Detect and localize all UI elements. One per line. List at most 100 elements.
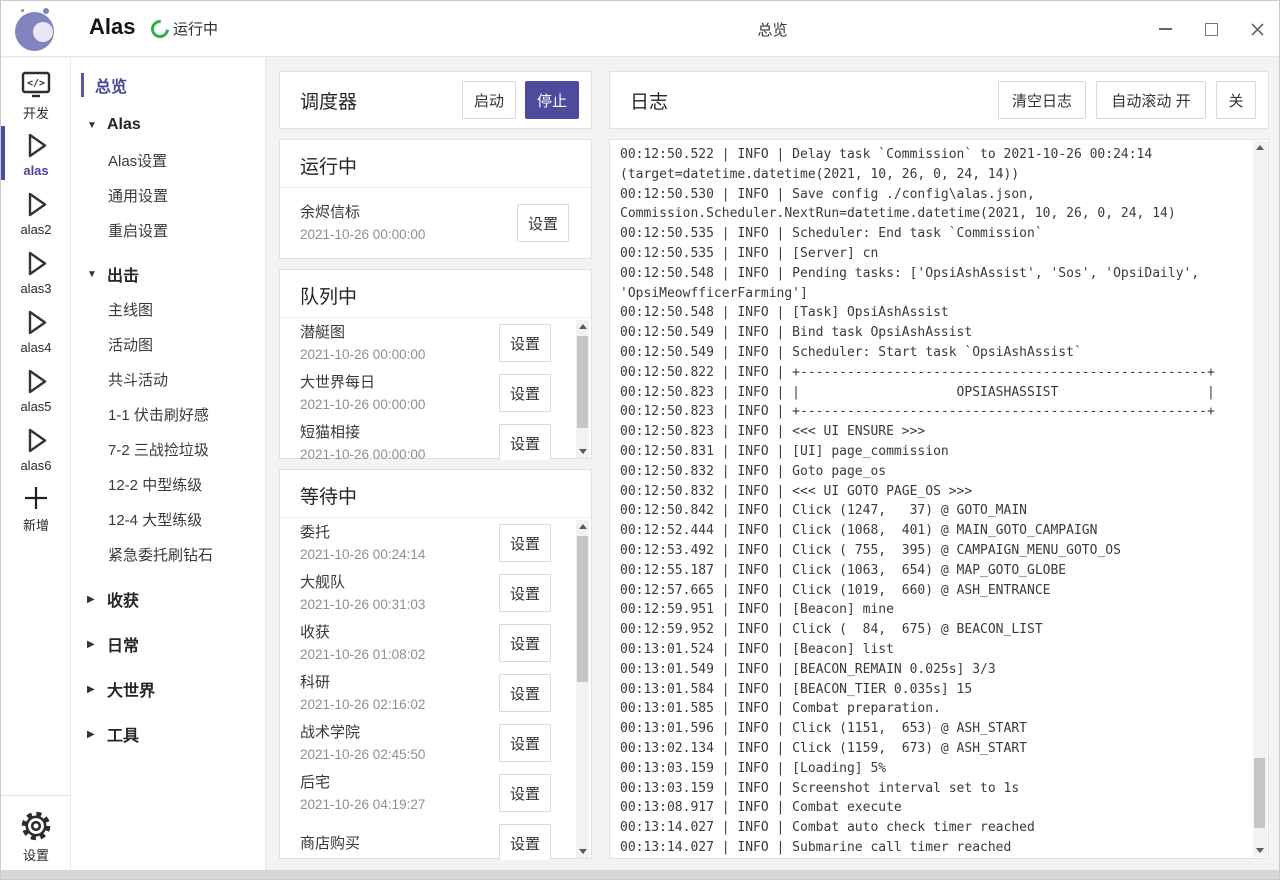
task-row: 短猫相接 2021-10-26 00:00:00 设置 — [280, 418, 591, 460]
task-info: 余烬信标 2021-10-26 00:00:00 — [300, 201, 517, 245]
task-settings-button[interactable]: 设置 — [499, 774, 551, 812]
task-row: 科研 2021-10-26 02:16:02 设置 — [280, 668, 591, 718]
nav-item[interactable]: 通用设置 — [71, 178, 265, 213]
scroll-up-icon[interactable] — [576, 520, 589, 533]
rail-item-instance[interactable]: alas4 — [1, 301, 71, 360]
alas-logo-icon — [13, 7, 57, 51]
clear-log-button[interactable]: 清空日志 — [998, 81, 1086, 119]
log-line: 00:12:50.831 | INFO | [UI] page_commissi… — [620, 442, 1254, 462]
task-settings-button[interactable]: 设置 — [499, 324, 551, 362]
task-row: 潜艇图 2021-10-26 00:00:00 设置 — [280, 318, 591, 368]
rail-item-dev[interactable]: </> 开发 — [1, 65, 71, 124]
nav-group-label: 工具 — [107, 722, 139, 746]
play-icon — [20, 188, 52, 221]
queue-title: 队列中 — [300, 282, 571, 309]
close-button[interactable] — [1249, 21, 1265, 37]
scroll-up-icon[interactable] — [576, 320, 589, 333]
rail-item-instance[interactable]: alas2 — [1, 183, 71, 242]
nav-group-sortie[interactable]: ▼ 出击 — [71, 256, 265, 292]
task-info: 科研 2021-10-26 02:16:02 — [300, 671, 499, 715]
task-settings-button[interactable]: 设置 — [499, 824, 551, 860]
rail-item-instance[interactable]: alas5 — [1, 360, 71, 419]
task-time: 2021-10-26 00:00:00 — [300, 394, 499, 415]
scheduler-column: 调度器 启动 停止 运行中 余烬信标 2021-10-26 00:00:00 设… — [266, 58, 608, 870]
autoscroll-off-button[interactable]: 关 — [1216, 81, 1256, 119]
scroll-down-icon[interactable] — [576, 845, 589, 858]
running-task-list: 余烬信标 2021-10-26 00:00:00 设置 — [280, 188, 591, 260]
log-line: 00:12:50.535 | INFO | [Server] cn — [620, 244, 1254, 264]
minimize-icon — [1159, 28, 1172, 30]
log-line: 00:12:57.665 | INFO | Click (1019, 660) … — [620, 581, 1254, 601]
queue-scrollbar[interactable] — [576, 320, 589, 458]
rail-divider — [1, 795, 70, 796]
nav-group-collapsed[interactable]: ▶ 工具 — [71, 716, 265, 752]
scroll-thumb[interactable] — [1254, 758, 1265, 828]
rail-item-alas-active[interactable]: alas — [1, 124, 71, 183]
task-settings-button[interactable]: 设置 — [499, 524, 551, 562]
autoscroll-on-button[interactable]: 自动滚动 开 — [1096, 81, 1206, 119]
play-icon — [20, 365, 52, 398]
scroll-down-icon[interactable] — [576, 445, 589, 458]
nav-item[interactable]: 重启设置 — [71, 213, 265, 248]
nav-group-collapsed[interactable]: ▶ 大世界 — [71, 671, 265, 707]
nav-item[interactable]: 12-4 大型练级 — [71, 502, 265, 537]
task-name: 后宅 — [300, 771, 499, 794]
nav-item[interactable]: 活动图 — [71, 327, 265, 362]
maximize-button[interactable] — [1203, 21, 1219, 37]
task-name: 委托 — [300, 521, 499, 544]
nav-item[interactable]: 紧急委托刷钻石 — [71, 537, 265, 572]
rail-item-instance[interactable]: alas6 — [1, 419, 71, 478]
nav-group-label: 大世界 — [107, 677, 155, 701]
minimize-button[interactable] — [1157, 21, 1173, 37]
task-settings-button[interactable]: 设置 — [517, 204, 569, 242]
scroll-down-icon[interactable] — [1253, 844, 1266, 857]
log-line: 00:12:50.822 | INFO | +-----------------… — [620, 363, 1254, 383]
task-settings-button[interactable]: 设置 — [499, 624, 551, 662]
waiting-scrollbar[interactable] — [576, 520, 589, 858]
rail-item-add[interactable]: 新增 — [1, 478, 71, 537]
nav-item[interactable]: 1-1 伏击刷好感 — [71, 397, 265, 432]
nav-group-collapsed[interactable]: ▶ 日常 — [71, 626, 265, 662]
log-line: 00:13:02.134 | INFO | Click (1159, 673) … — [620, 739, 1254, 759]
rail-item-settings[interactable]: 设置 — [1, 805, 71, 864]
task-info: 委托 2021-10-26 00:24:14 — [300, 521, 499, 565]
task-settings-button[interactable]: 设置 — [499, 674, 551, 712]
running-spinner-icon — [147, 16, 172, 41]
scroll-thumb[interactable] — [577, 536, 588, 682]
nav-item-overview-active[interactable]: 总览 — [71, 71, 265, 99]
scroll-thumb[interactable] — [577, 336, 588, 428]
task-row: 商店购买 设置 — [280, 818, 591, 860]
log-line: 00:12:53.492 | INFO | Click ( 755, 395) … — [620, 541, 1254, 561]
instance-rail: </> 开发 alas alas2 — [1, 58, 71, 870]
task-settings-button[interactable]: 设置 — [499, 574, 551, 612]
task-settings-button[interactable]: 设置 — [499, 724, 551, 762]
log-line: 00:13:14.027 | INFO | Submarine call tim… — [620, 838, 1254, 858]
nav-group-collapsed[interactable]: ▶ 收获 — [71, 581, 265, 617]
nav-group-label: 收获 — [107, 587, 139, 611]
task-row: 大世界每日 2021-10-26 00:00:00 设置 — [280, 368, 591, 418]
log-scrollbar[interactable] — [1253, 141, 1267, 857]
rail-item-instance[interactable]: alas3 — [1, 242, 71, 301]
log-line: 00:12:50.823 | INFO | +-----------------… — [620, 402, 1254, 422]
nav-group-alas[interactable]: ▼ Alas — [71, 107, 265, 143]
plus-icon — [21, 483, 51, 514]
nav-item[interactable]: 12-2 中型练级 — [71, 467, 265, 502]
nav-group-label: 日常 — [107, 632, 139, 656]
task-row: 大舰队 2021-10-26 00:31:03 设置 — [280, 568, 591, 618]
log-line: 00:12:50.522 | INFO | Delay task `Commis… — [620, 145, 1254, 185]
task-settings-button[interactable]: 设置 — [499, 374, 551, 412]
play-icon — [20, 306, 52, 339]
nav-item[interactable]: 7-2 三战捡垃圾 — [71, 432, 265, 467]
log-line: 00:12:50.842 | INFO | Click (1247, 37) @… — [620, 501, 1254, 521]
start-button[interactable]: 启动 — [462, 81, 516, 119]
task-name: 大世界每日 — [300, 371, 499, 394]
svg-text:</>: </> — [27, 78, 45, 89]
nav-item[interactable]: 共斗活动 — [71, 362, 265, 397]
maximize-icon — [1205, 23, 1218, 36]
scroll-up-icon[interactable] — [1253, 141, 1266, 154]
nav-item[interactable]: 主线图 — [71, 292, 265, 327]
rail-item-label: alas5 — [20, 399, 51, 414]
nav-item[interactable]: Alas设置 — [71, 143, 265, 178]
stop-button[interactable]: 停止 — [525, 81, 579, 119]
task-settings-button[interactable]: 设置 — [499, 424, 551, 460]
